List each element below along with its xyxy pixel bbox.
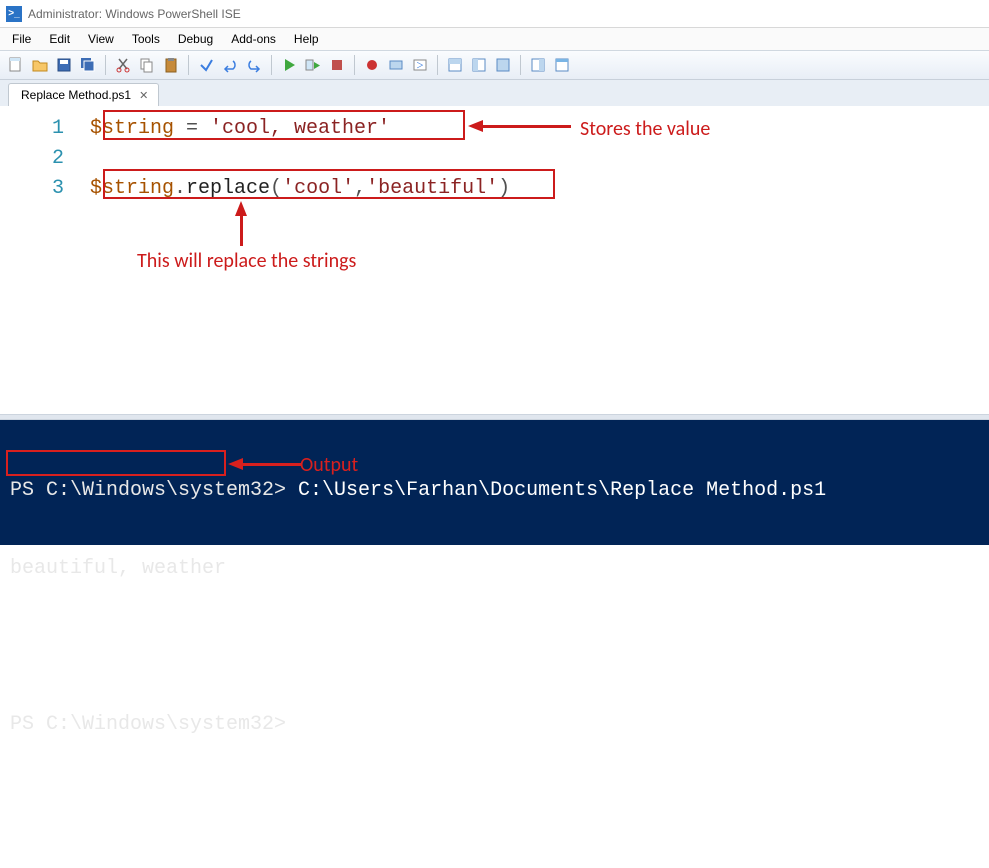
breakpoint-button[interactable]	[362, 55, 382, 75]
menu-debug[interactable]: Debug	[170, 30, 221, 48]
console-pane[interactable]: PS C:\Windows\system32> C:\Users\Farhan\…	[0, 420, 989, 545]
menu-help[interactable]: Help	[286, 30, 327, 48]
menu-file[interactable]: File	[4, 30, 39, 48]
show-addon-button[interactable]	[552, 55, 572, 75]
redo-button[interactable]	[244, 55, 264, 75]
clear-button[interactable]	[196, 55, 216, 75]
annotation-stores-value: Stores the value	[580, 114, 710, 144]
cut-button[interactable]	[113, 55, 133, 75]
layout-side-button[interactable]	[469, 55, 489, 75]
line-number: 2	[0, 144, 64, 174]
layout-full-button[interactable]	[493, 55, 513, 75]
arrow-stores	[468, 124, 568, 138]
line-gutter: 1 2 3	[0, 106, 90, 414]
line-number: 1	[0, 114, 64, 144]
copy-button[interactable]	[137, 55, 157, 75]
powershell-tab-button[interactable]: ＞	[410, 55, 430, 75]
annotation-replace-strings: This will replace the strings	[137, 246, 356, 276]
file-tab[interactable]: Replace Method.ps1 ✕	[8, 83, 159, 106]
annotation-box-line1	[103, 110, 465, 140]
console-line-1: PS C:\Windows\system32> C:\Users\Farhan\…	[10, 478, 979, 504]
menu-view[interactable]: View	[80, 30, 122, 48]
toolbar-separator	[105, 55, 106, 75]
undo-button[interactable]	[220, 55, 240, 75]
save-button[interactable]	[54, 55, 74, 75]
run-button[interactable]	[279, 55, 299, 75]
run-selection-button[interactable]	[303, 55, 323, 75]
arrow-replace	[239, 201, 253, 243]
titlebar: >_ Administrator: Windows PowerShell ISE	[0, 0, 989, 28]
toolbar-separator	[354, 55, 355, 75]
save-all-button[interactable]	[78, 55, 98, 75]
toolbar-separator	[271, 55, 272, 75]
remote-button[interactable]	[386, 55, 406, 75]
annotation-box-line3	[103, 169, 555, 199]
svg-text:＞: ＞	[416, 61, 424, 70]
show-command-button[interactable]	[528, 55, 548, 75]
stop-button[interactable]	[327, 55, 347, 75]
tabstrip: Replace Method.ps1 ✕	[0, 80, 989, 106]
toolbar: ＞	[0, 50, 989, 80]
menu-addons[interactable]: Add-ons	[223, 30, 284, 48]
line-number: 3	[0, 174, 64, 204]
tab-label: Replace Method.ps1	[21, 88, 131, 102]
annotation-box-output	[6, 450, 226, 476]
toolbar-separator	[188, 55, 189, 75]
toolbar-separator	[437, 55, 438, 75]
menu-edit[interactable]: Edit	[41, 30, 78, 48]
toolbar-separator	[520, 55, 521, 75]
tab-close-icon[interactable]: ✕	[139, 89, 148, 102]
window-title: Administrator: Windows PowerShell ISE	[28, 7, 241, 21]
arrow-output	[228, 462, 298, 476]
console-line-2: PS C:\Windows\system32>	[10, 712, 979, 738]
layout-script-button[interactable]	[445, 55, 465, 75]
app-icon: >_	[6, 6, 22, 22]
new-button[interactable]	[6, 55, 26, 75]
annotation-output: Output	[300, 452, 358, 478]
open-button[interactable]	[30, 55, 50, 75]
console-output: beautiful, weather	[10, 556, 979, 582]
script-editor[interactable]: 1 2 3 $string = 'cool, weather' $string.…	[0, 106, 989, 414]
console-blank	[10, 634, 979, 660]
paste-button[interactable]	[161, 55, 181, 75]
menu-tools[interactable]: Tools	[124, 30, 168, 48]
menubar: File Edit View Tools Debug Add-ons Help	[0, 28, 989, 50]
